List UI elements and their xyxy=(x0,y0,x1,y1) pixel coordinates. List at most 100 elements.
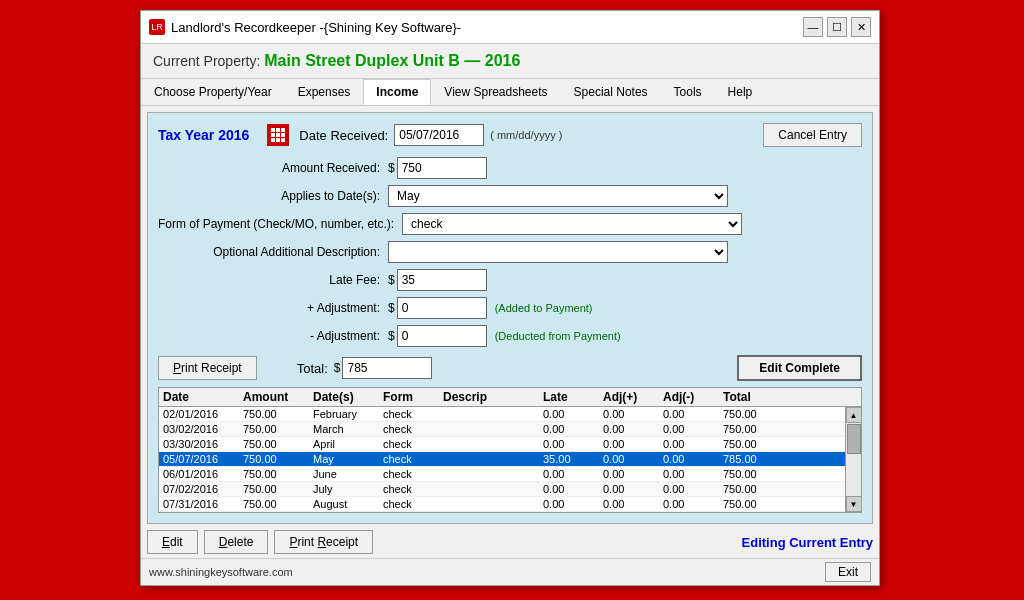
table-cell xyxy=(443,453,543,465)
col-form: Form xyxy=(383,390,443,404)
late-fee-input[interactable] xyxy=(397,269,487,291)
form-of-payment-label: Form of Payment (Check/MO, number, etc.)… xyxy=(158,217,402,231)
table-cell: 750.00 xyxy=(243,438,313,450)
col-date: Date xyxy=(163,390,243,404)
print-receipt-button-top[interactable]: Print Receipt xyxy=(158,356,257,380)
table-cell: check xyxy=(383,408,443,420)
form-header: Tax Year 2016 Date Received: ( mm/dd/yyy… xyxy=(158,123,862,147)
table-cell: 0.00 xyxy=(543,483,603,495)
col-amount: Amount xyxy=(243,390,313,404)
table-cell: 0.00 xyxy=(603,483,663,495)
edit-button[interactable]: Edit xyxy=(147,530,198,554)
total-group: $ xyxy=(334,357,433,379)
table-cell xyxy=(443,438,543,450)
table-cell: 750.00 xyxy=(243,468,313,480)
table-row[interactable]: 03/02/2016750.00Marchcheck0.000.000.0075… xyxy=(159,422,845,437)
minus-adj-group: $ (Deducted from Payment) xyxy=(388,325,621,347)
tax-year-label: Tax Year 2016 xyxy=(158,127,249,143)
plus-adj-note: (Added to Payment) xyxy=(495,302,593,314)
dollar-sign-plus-adj: $ xyxy=(388,301,395,315)
col-late: Late xyxy=(543,390,603,404)
plus-adj-label: + Adjustment: xyxy=(158,301,388,315)
table-cell: 03/02/2016 xyxy=(163,423,243,435)
table-row[interactable]: 07/02/2016750.00Julycheck0.000.000.00750… xyxy=(159,482,845,497)
minus-adj-label: - Adjustment: xyxy=(158,329,388,343)
applies-to-select[interactable]: May xyxy=(388,185,728,207)
content-area: Tax Year 2016 Date Received: ( mm/dd/yyy… xyxy=(147,112,873,524)
calendar-icon[interactable] xyxy=(267,124,289,146)
scrollbar-thumb[interactable] xyxy=(847,424,861,454)
maximize-button[interactable]: ☐ xyxy=(827,17,847,37)
table-cell: 750.00 xyxy=(723,498,793,510)
scroll-down-button[interactable]: ▼ xyxy=(846,496,862,512)
menu-choose-property[interactable]: Choose Property/Year xyxy=(141,79,285,105)
print-receipt-button-bottom[interactable]: Print Receipt xyxy=(274,530,373,554)
table-cell: check xyxy=(383,483,443,495)
menu-special-notes[interactable]: Special Notes xyxy=(561,79,661,105)
scrollbar-track[interactable] xyxy=(846,423,861,496)
scrollbar[interactable]: ▲ ▼ xyxy=(845,407,861,512)
table-cell xyxy=(443,408,543,420)
table-cell: 0.00 xyxy=(663,498,723,510)
total-input[interactable] xyxy=(342,357,432,379)
table-cell: 0.00 xyxy=(603,453,663,465)
table-cell: 0.00 xyxy=(543,408,603,420)
table-cell: 0.00 xyxy=(663,423,723,435)
table-cell: 0.00 xyxy=(603,498,663,510)
table-cell: 750.00 xyxy=(243,408,313,420)
table-row[interactable]: 02/01/2016750.00Februarycheck0.000.000.0… xyxy=(159,407,845,422)
table-cell: 0.00 xyxy=(663,438,723,450)
delete-button[interactable]: Delete xyxy=(204,530,269,554)
scroll-up-button[interactable]: ▲ xyxy=(846,407,862,423)
table-cell: March xyxy=(313,423,383,435)
table-cell: 02/01/2016 xyxy=(163,408,243,420)
form-of-payment-select[interactable]: check xyxy=(402,213,742,235)
cancel-entry-button[interactable]: Cancel Entry xyxy=(763,123,862,147)
table-row[interactable]: 05/07/2016750.00Maycheck35.000.000.00785… xyxy=(159,452,845,467)
table-cell: check xyxy=(383,498,443,510)
plus-adj-input[interactable] xyxy=(397,297,487,319)
table-cell: May xyxy=(313,453,383,465)
optional-desc-label: Optional Additional Description: xyxy=(158,245,388,259)
table-cell: 0.00 xyxy=(663,468,723,480)
print-receipt-label-bottom: eceipt xyxy=(326,535,358,549)
menu-bar: Choose Property/Year Expenses Income Vie… xyxy=(141,78,879,106)
menu-tools[interactable]: Tools xyxy=(661,79,715,105)
table-row[interactable]: 03/30/2016750.00Aprilcheck0.000.000.0075… xyxy=(159,437,845,452)
table-cell: February xyxy=(313,408,383,420)
dollar-sign-late: $ xyxy=(388,273,395,287)
table-cell: August xyxy=(313,498,383,510)
table-cell: 750.00 xyxy=(723,468,793,480)
menu-help[interactable]: Help xyxy=(715,79,766,105)
property-bar: Current Property: Main Street Duplex Uni… xyxy=(141,44,879,78)
table-cell: 0.00 xyxy=(543,498,603,510)
close-button[interactable]: ✕ xyxy=(851,17,871,37)
minus-adj-input[interactable] xyxy=(397,325,487,347)
amount-received-input[interactable] xyxy=(397,157,487,179)
col-dates: Date(s) xyxy=(313,390,383,404)
menu-expenses[interactable]: Expenses xyxy=(285,79,364,105)
table-cell xyxy=(443,498,543,510)
col-total: Total xyxy=(723,390,793,404)
table-cell: 07/02/2016 xyxy=(163,483,243,495)
exit-button[interactable]: Exit xyxy=(825,562,871,582)
property-name: Main Street Duplex Unit B — 2016 xyxy=(264,52,520,69)
form-of-payment-row: Form of Payment (Check/MO, number, etc.)… xyxy=(158,213,862,235)
applies-to-row: Applies to Date(s): May xyxy=(158,185,862,207)
table-row[interactable]: 06/01/2016750.00Junecheck0.000.000.00750… xyxy=(159,467,845,482)
date-received-label: Date Received: xyxy=(299,128,388,143)
minimize-button[interactable]: — xyxy=(803,17,823,37)
date-received-input[interactable] xyxy=(394,124,484,146)
title-bar: LR Landlord's Recordkeeper -{Shining Key… xyxy=(141,11,879,44)
date-received-section: Date Received: ( mm/dd/yyyy ) xyxy=(299,124,753,146)
table-cell: check xyxy=(383,438,443,450)
table-row[interactable]: 07/31/2016750.00Augustcheck0.000.000.007… xyxy=(159,497,845,512)
table-cell: 750.00 xyxy=(243,423,313,435)
optional-desc-select[interactable] xyxy=(388,241,728,263)
table-cell: 0.00 xyxy=(603,408,663,420)
menu-income[interactable]: Income xyxy=(363,79,431,105)
status-url: www.shiningkeysoftware.com xyxy=(149,566,293,578)
table-cell: 750.00 xyxy=(723,408,793,420)
edit-complete-button[interactable]: Edit Complete xyxy=(737,355,862,381)
menu-view-spreadsheets[interactable]: View Spreadsheets xyxy=(431,79,560,105)
